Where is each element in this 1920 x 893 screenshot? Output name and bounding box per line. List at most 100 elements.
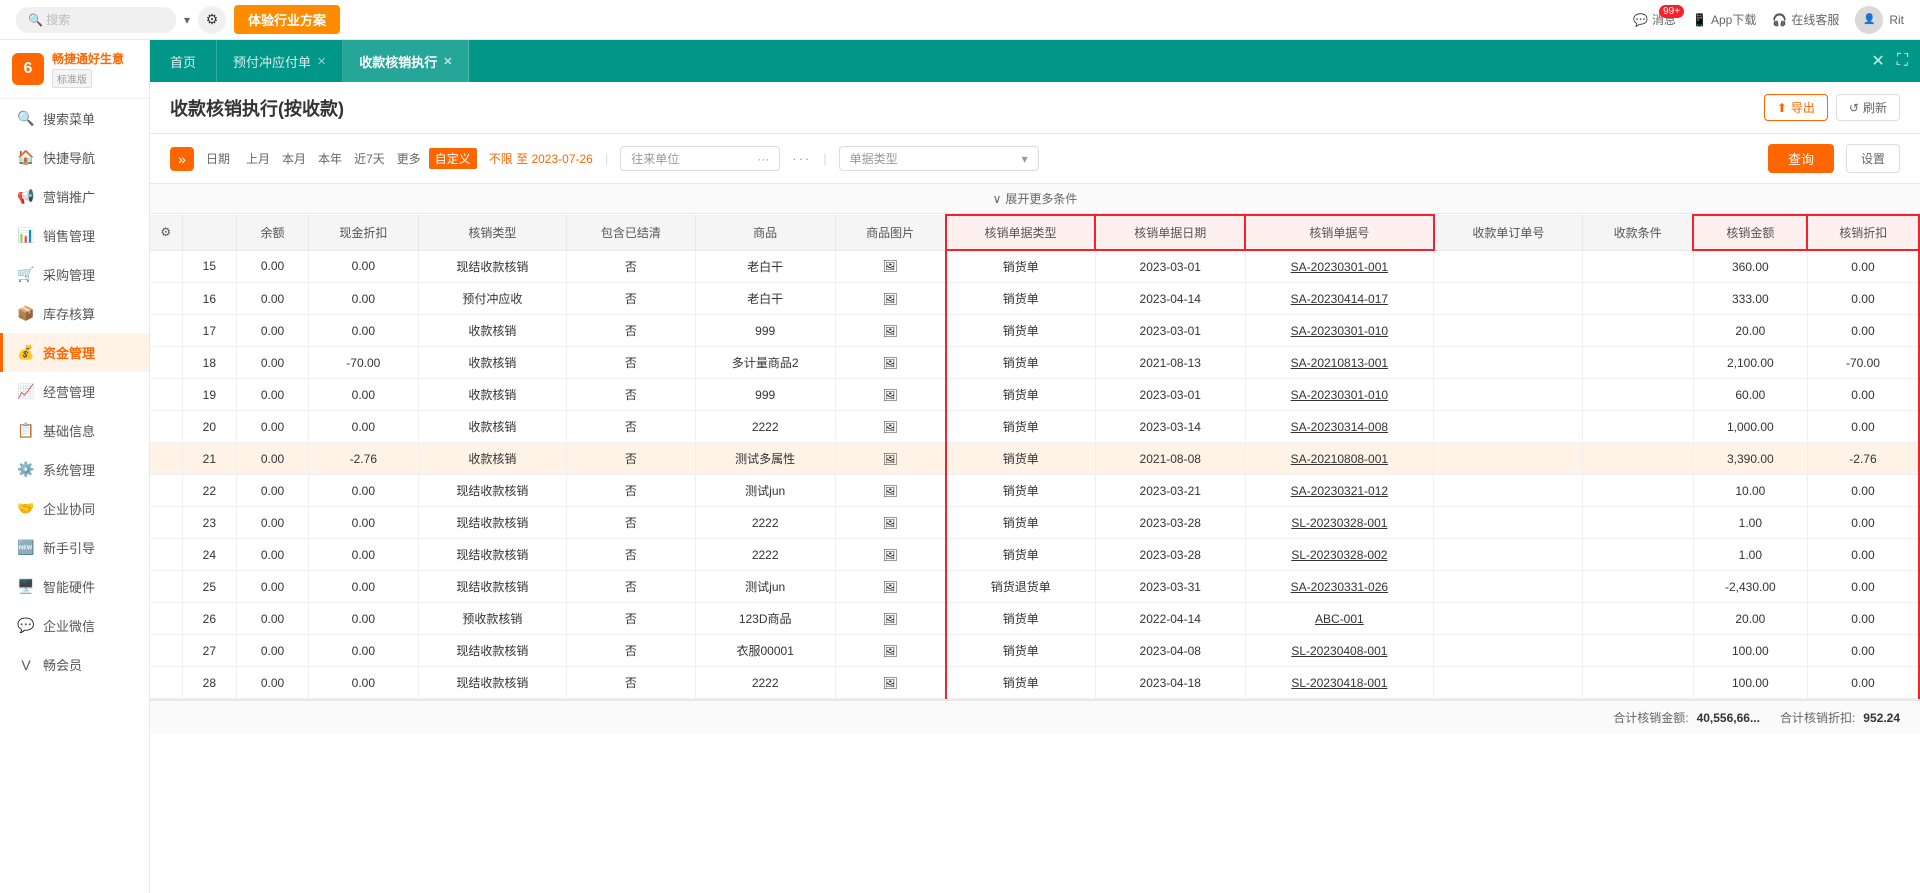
settings-button[interactable]: 设置: [1846, 144, 1900, 173]
filter-period: 上月 本月 本年 近7天 更多 自定义: [242, 148, 477, 169]
tab-collection-close[interactable]: ✕: [443, 55, 452, 68]
table-cell[interactable]: SA-20210808-001: [1245, 443, 1434, 475]
tab-prepay-close[interactable]: ✕: [317, 55, 326, 68]
sidebar-item-sales[interactable]: 📊 销售管理: [0, 216, 149, 255]
table-cell: 2023-03-28: [1095, 539, 1245, 571]
logo-name: 畅捷通好生意: [52, 50, 124, 67]
table-cell[interactable]: SA-20210813-001: [1245, 347, 1434, 379]
th-settings[interactable]: ⚙: [150, 215, 182, 250]
table-cell: [1583, 315, 1694, 347]
counterpart-field[interactable]: 往来单位 ···: [620, 146, 780, 171]
expand-more-label: 展开更多条件: [1005, 190, 1077, 207]
table-cell[interactable]: SL-20230418-001: [1245, 667, 1434, 699]
sidebar-item-finance[interactable]: 💰 资金管理: [0, 333, 149, 372]
wechat-icon: 💬: [17, 617, 35, 634]
custom-btn[interactable]: 自定义: [429, 148, 477, 169]
sidebar-item-guide[interactable]: 🆕 新手引导: [0, 528, 149, 567]
sidebar-item-search-menu[interactable]: 🔍 搜索菜单: [0, 99, 149, 138]
this-year-btn[interactable]: 本年: [314, 148, 346, 169]
table-cell[interactable]: SA-20230321-012: [1245, 475, 1434, 507]
table-cell: 2023-03-01: [1095, 379, 1245, 411]
table-cell: [1434, 603, 1583, 635]
table-cell[interactable]: ABC-001: [1245, 603, 1434, 635]
table-cell[interactable]: SA-20230301-010: [1245, 315, 1434, 347]
th-goods: 商品: [695, 215, 835, 250]
th-writeoff-discount: 核销折扣: [1807, 215, 1919, 250]
receipt-type-field[interactable]: 单据类型 ▾: [839, 146, 1039, 171]
table-cell: 收款核销: [418, 443, 566, 475]
table-cell: [1583, 475, 1694, 507]
table-cell[interactable]: SA-20230301-001: [1245, 250, 1434, 283]
sidebar-item-basic[interactable]: 📋 基础信息: [0, 411, 149, 450]
online-service-btn[interactable]: 🎧 在线客服: [1772, 11, 1839, 28]
table-cell: 60.00: [1693, 379, 1807, 411]
sidebar-label-vip: 畅会员: [43, 655, 82, 674]
table-cell[interactable]: SA-20230331-026: [1245, 571, 1434, 603]
sidebar-item-hardware[interactable]: 🖥️ 智能硬件: [0, 567, 149, 606]
filter-expand-button[interactable]: »: [170, 147, 194, 171]
dropdown-arrow[interactable]: ▾: [184, 13, 190, 27]
table-cell[interactable]: SL-20230328-002: [1245, 539, 1434, 571]
table-cell: [1583, 443, 1694, 475]
date-range-text: 不限 至 2023-07-26: [489, 150, 593, 167]
last7days-btn[interactable]: 近7天: [350, 148, 389, 169]
table-cell: 0.00: [1807, 603, 1919, 635]
app-download-btn[interactable]: 📱 App下载: [1692, 11, 1756, 28]
gear-icon[interactable]: ⚙: [198, 6, 226, 34]
finance-icon: 💰: [17, 344, 35, 361]
trial-button[interactable]: 体验行业方案: [234, 5, 340, 34]
table-container[interactable]: ⚙ 余额 现金折扣 核销类型 包含已结清 商品 商品图片 核销单据类型 核销单据…: [150, 214, 1920, 893]
table-cell: 🖼: [835, 667, 946, 699]
footer-total-amount: 合计核销金额: 40,556,66...: [1613, 709, 1760, 726]
table-cell[interactable]: SL-20230408-001: [1245, 635, 1434, 667]
top-bar-right: 💬 消息 99+ 📱 App下载 🎧 在线客服 👤 Rit: [1633, 6, 1904, 34]
table-cell: 收款核销: [418, 411, 566, 443]
table-cell[interactable]: SA-20230414-017: [1245, 283, 1434, 315]
table-cell: 现结收款核销: [418, 475, 566, 507]
table-cell: 否: [566, 635, 695, 667]
more-btn[interactable]: 更多: [393, 148, 425, 169]
sidebar-item-enterprise[interactable]: 🤝 企业协同: [0, 489, 149, 528]
sidebar-label-inventory: 库存核算: [43, 304, 95, 323]
sidebar-item-quick-nav[interactable]: 🏠 快捷导航: [0, 138, 149, 177]
sidebar-label-guide: 新手引导: [43, 538, 95, 557]
table-cell[interactable]: SL-20230328-001: [1245, 507, 1434, 539]
table-cell[interactable]: SA-20230301-010: [1245, 379, 1434, 411]
this-month-btn[interactable]: 本月: [278, 148, 310, 169]
sidebar-label-system: 系统管理: [43, 460, 95, 479]
table-cell[interactable]: SA-20230314-008: [1245, 411, 1434, 443]
export-button[interactable]: ⬆ 导出: [1764, 94, 1828, 121]
table-cell: 老白干: [695, 250, 835, 283]
sidebar-item-inventory[interactable]: 📦 库存核算: [0, 294, 149, 333]
table-cell: 0.00: [237, 347, 309, 379]
refresh-button[interactable]: ↺ 刷新: [1836, 94, 1900, 121]
tab-prepay[interactable]: 预付冲应付单 ✕: [217, 40, 343, 82]
query-button[interactable]: 查询: [1768, 144, 1834, 173]
table-cell: 销货单: [946, 443, 1096, 475]
tab-maximize-btn[interactable]: ⛶: [1893, 48, 1912, 74]
table-cell: 0.00: [237, 250, 309, 283]
sidebar-item-wechat[interactable]: 💬 企业微信: [0, 606, 149, 645]
message-btn[interactable]: 💬 消息 99+: [1633, 11, 1676, 28]
sidebar-item-system[interactable]: ⚙️ 系统管理: [0, 450, 149, 489]
last-month-btn[interactable]: 上月: [242, 148, 274, 169]
search-menu-icon: 🔍: [17, 110, 35, 127]
footer-total-discount: 合计核销折扣: 952.24: [1780, 709, 1900, 726]
table-cell: 否: [566, 250, 695, 283]
expand-more-button[interactable]: ∨ 展开更多条件: [993, 190, 1078, 207]
table-cell: 0.00: [1807, 475, 1919, 507]
sidebar-item-vip[interactable]: V 畅会员: [0, 645, 149, 684]
sidebar-item-purchase[interactable]: 🛒 采购管理: [0, 255, 149, 294]
table-cell: [1583, 283, 1694, 315]
tab-close-window-btn[interactable]: ✕: [1867, 47, 1888, 75]
sidebar-item-marketing[interactable]: 📢 营销推广: [0, 177, 149, 216]
table-cell: 销货单: [946, 411, 1096, 443]
table-cell: -2.76: [308, 443, 418, 475]
th-balance: 余额: [237, 215, 309, 250]
search-bar[interactable]: 🔍 搜索: [16, 7, 176, 33]
sidebar-item-operations[interactable]: 📈 经营管理: [0, 372, 149, 411]
table-cell: 0.00: [237, 635, 309, 667]
tab-collection[interactable]: 收款核销执行 ✕: [343, 40, 469, 82]
table-cell: 销货单: [946, 347, 1096, 379]
tab-home[interactable]: 首页: [150, 40, 217, 82]
